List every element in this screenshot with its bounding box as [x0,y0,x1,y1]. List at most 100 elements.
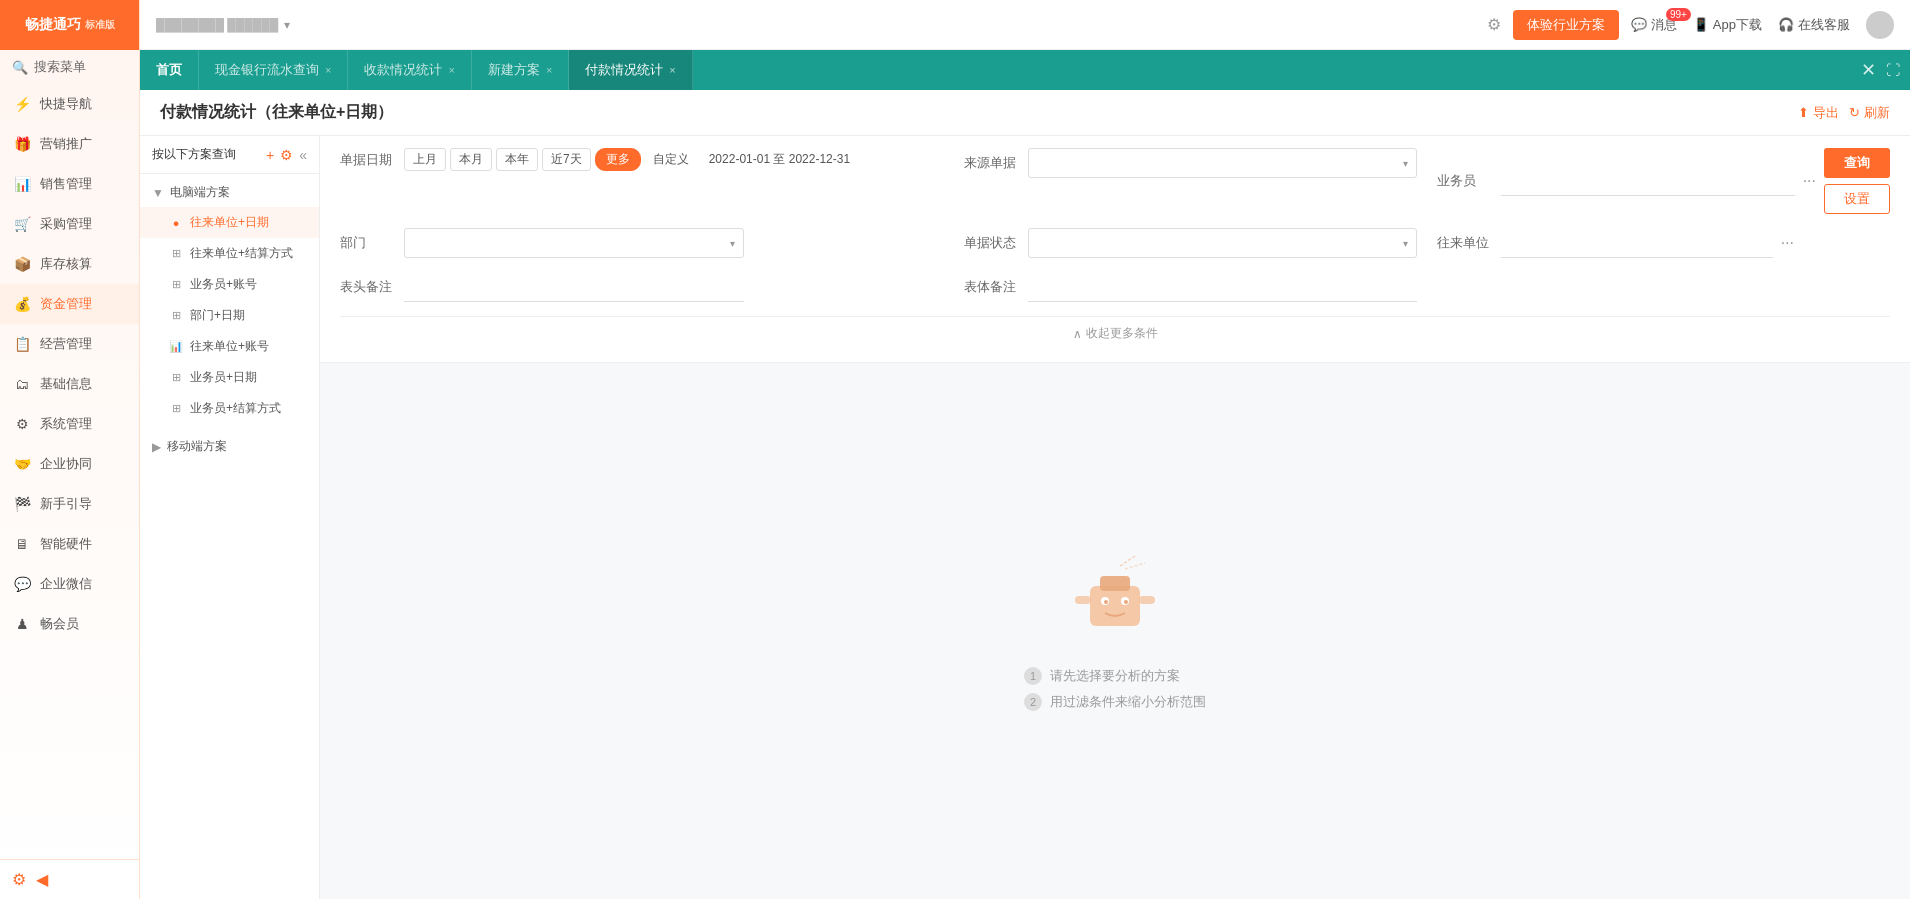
body-note-input[interactable] [1028,272,1417,302]
topbar-gear-icon[interactable]: ⚙ [1487,15,1501,34]
filter-row-1: 单据日期 上月 本月 本年 近7天 更多 自定义 2022-01-01 至 20… [340,148,1890,214]
dept-select[interactable]: ▾ [404,228,744,258]
tabbar-expand-btn[interactable]: ⛶ [1886,62,1900,78]
tab-payment-close[interactable]: × [669,64,675,76]
sidebar-item-system[interactable]: ⚙ 系统管理 [0,404,139,444]
scheme-item-unit-account[interactable]: 📊 往来单位+账号 [140,331,319,362]
topbar-avatar[interactable] [1866,11,1894,39]
unit-more-btn[interactable]: ··· [1781,234,1794,252]
date-btn-last-month[interactable]: 上月 [404,148,446,171]
right-content: 单据日期 上月 本月 本年 近7天 更多 自定义 2022-01-01 至 20… [320,136,1910,899]
system-icon: ⚙ [12,414,32,434]
scheme-item-unit-payment[interactable]: ⊞ 往来单位+结算方式 [140,238,319,269]
sidebar-item-label: 新手引导 [40,495,92,513]
sidebar-item-sales[interactable]: 📊 销售管理 [0,164,139,204]
scheme-item-staff-account[interactable]: ⊞ 业务员+账号 [140,269,319,300]
add-scheme-btn[interactable]: + [266,147,274,163]
sidebar-item-hardware[interactable]: 🖥 智能硬件 [0,524,139,564]
tab-new-plan-close[interactable]: × [546,64,552,76]
filter-panel: 按以下方案查询 + ⚙ « ▼ 电脑端方案 ● 往来单位+日期 ⊞ [140,136,320,899]
date-btn-custom[interactable]: 自定义 [645,149,697,170]
topbar-service[interactable]: 🎧 在线客服 [1778,16,1850,34]
sidebar-item-guide[interactable]: 🏁 新手引导 [0,484,139,524]
tabbar-close-all-btn[interactable]: ✕ [1861,59,1876,81]
filter-group-staff: 业务员 ··· 查询 设置 [1437,148,1890,214]
export-btn[interactable]: ⬆ 导出 [1798,104,1839,122]
app-icon: 📱 [1693,17,1709,32]
svg-rect-7 [1139,596,1155,604]
sidebar-item-basic[interactable]: 🗂 基础信息 [0,364,139,404]
sidebar-item-member[interactable]: ♟ 畅会员 [0,604,139,644]
empty-hint-1: 1 请先选择要分析的方案 [1024,667,1206,685]
tab-payment[interactable]: 付款情况统计 × [569,50,692,90]
sidebar-item-label: 系统管理 [40,415,92,433]
sidebar-item-quick-nav[interactable]: ⚡ 快捷导航 [0,84,139,124]
scheme-icon: ⊞ [168,370,184,386]
date-btn-more[interactable]: 更多 [595,148,641,171]
msg-badge: 99+ [1666,8,1691,21]
scheme-item-staff-date[interactable]: ⊞ 业务员+日期 [140,362,319,393]
status-select[interactable]: ▾ [1028,228,1417,258]
tab-receipt-close[interactable]: × [448,64,454,76]
trial-btn[interactable]: 体验行业方案 [1513,10,1619,40]
finance-icon: 💰 [12,294,32,314]
topbar-app-download[interactable]: 📱 App下载 [1693,16,1762,34]
bottom-settings-icon[interactable]: ⚙ [12,870,26,889]
scheme-label: 往来单位+账号 [190,338,269,355]
topbar: ████████ ██████ ▾ ⚙ 体验行业方案 💬 消息 99+ 📱 Ap… [140,0,1910,50]
empty-area: 1 请先选择要分析的方案 2 用过滤条件来缩小分析范围 [320,363,1910,899]
filter-panel-actions: + ⚙ « [266,147,307,163]
sidebar-item-enterprise[interactable]: 🤝 企业协同 [0,444,139,484]
date-btn-this-year[interactable]: 本年 [496,148,538,171]
sidebar-item-operation[interactable]: 📋 经营管理 [0,324,139,364]
topbar-msg[interactable]: 💬 消息 99+ [1631,16,1677,34]
scheme-item-staff-payment[interactable]: ⊞ 业务员+结算方式 [140,393,319,424]
body-note-label: 表体备注 [964,278,1020,296]
staff-input-area [1501,166,1795,196]
sidebar-item-marketing[interactable]: 🎁 营销推广 [0,124,139,164]
tab-new-plan[interactable]: 新建方案 × [472,50,569,90]
tabbar: 首页 现金银行流水查询 × 收款情况统计 × 新建方案 × 付款情况统计 × ✕… [140,50,1910,90]
sidebar-item-inventory[interactable]: 📦 库存核算 [0,244,139,284]
page-header: 付款情况统计（往来单位+日期） ⬆ 导出 ↻ 刷新 [140,90,1910,136]
sidebar-item-finance[interactable]: 💰 资金管理 [0,284,139,324]
collapse-more-btn[interactable]: ∧ 收起更多条件 [340,316,1890,350]
collapse-chevron-icon: ∧ [1073,327,1082,341]
scheme-item-dept-date[interactable]: ⊞ 部门+日期 [140,300,319,331]
svg-rect-1 [1100,576,1130,591]
scheme-icon: ⊞ [168,308,184,324]
address-text: ████████ ██████ [156,18,278,32]
tab-bank-close[interactable]: × [325,64,331,76]
sidebar-search[interactable]: 🔍 搜索菜单 [0,50,139,84]
page-header-actions: ⬆ 导出 ↻ 刷新 [1798,104,1890,122]
setting-btn[interactable]: 设置 [1824,184,1890,214]
sidebar-item-wechat[interactable]: 💬 企业微信 [0,564,139,604]
panel-collapse-btn[interactable]: « [299,147,307,163]
tab-receipt[interactable]: 收款情况统计 × [348,50,471,90]
query-btn[interactable]: 查询 [1824,148,1890,178]
sidebar-collapse-icon[interactable]: ◀ [36,870,48,889]
refresh-btn[interactable]: ↻ 刷新 [1849,104,1890,122]
svg-line-9 [1125,563,1145,569]
mobile-group-label[interactable]: ▶ 移动端方案 [140,432,319,461]
sidebar-item-purchase[interactable]: 🛒 采购管理 [0,204,139,244]
svg-rect-0 [1090,586,1140,626]
filter-group-status: 单据状态 ▾ [964,228,1417,258]
desktop-group-label[interactable]: ▼ 电脑端方案 [140,178,319,207]
wechat-icon: 💬 [12,574,32,594]
scheme-settings-btn[interactable]: ⚙ [280,147,293,163]
date-btn-7days[interactable]: 近7天 [542,148,591,171]
scheme-item-unit-date[interactable]: ● 往来单位+日期 [140,207,319,238]
staff-more-btn[interactable]: ··· [1803,172,1816,190]
source-select[interactable]: ▾ [1028,148,1417,178]
date-btn-this-month[interactable]: 本月 [450,148,492,171]
svg-point-5 [1124,600,1128,604]
empty-num-1: 1 [1024,667,1042,685]
tab-home[interactable]: 首页 [140,50,199,90]
tab-bank[interactable]: 现金银行流水查询 × [199,50,348,90]
mobile-scheme-group: ▶ 移动端方案 [140,428,319,465]
dropdown-icon[interactable]: ▾ [284,18,290,32]
header-note-input[interactable] [404,272,744,302]
mobile-group-arrow: ▶ [152,440,161,454]
source-dropdown-icon: ▾ [1403,158,1408,169]
